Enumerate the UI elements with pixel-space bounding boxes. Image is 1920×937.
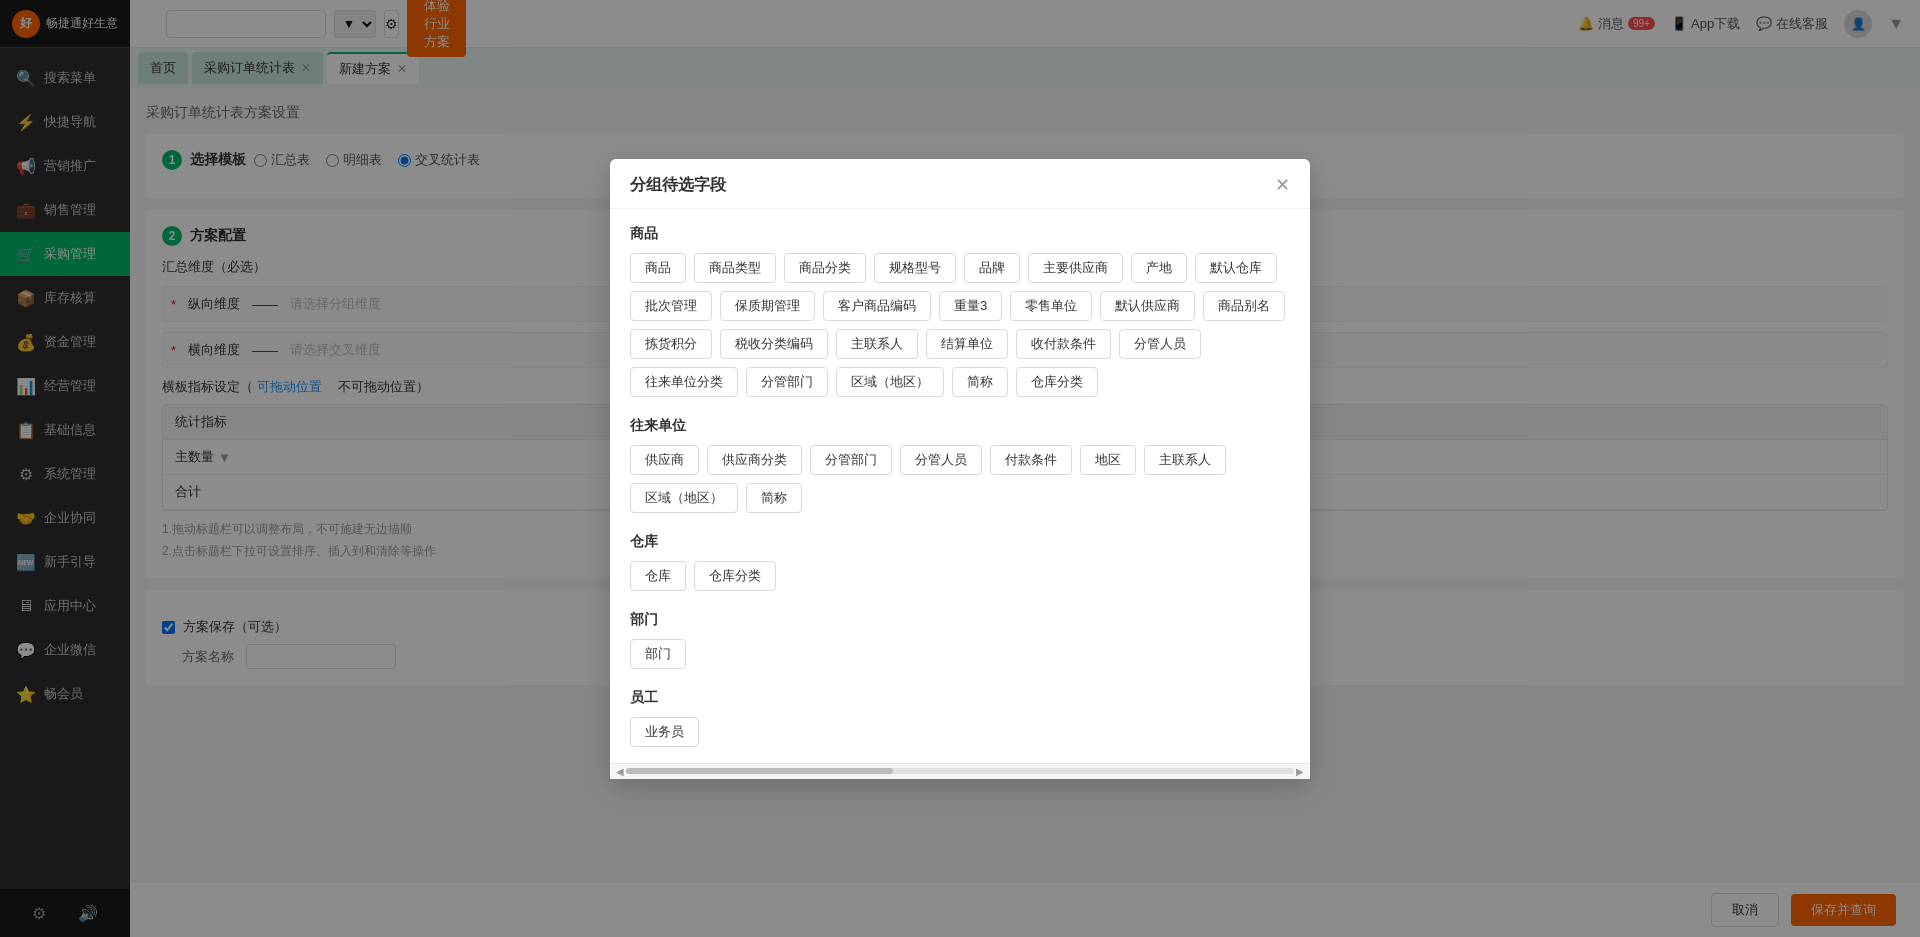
field-group-title: 部门 <box>630 611 1290 629</box>
field-tag-区域（地区）[interactable]: 区域（地区） <box>836 367 944 397</box>
field-group-title: 商品 <box>630 225 1290 243</box>
field-tag-拣货积分[interactable]: 拣货积分 <box>630 329 712 359</box>
field-tag-商品类型[interactable]: 商品类型 <box>694 253 776 283</box>
field-tags: 供应商供应商分类分管部门分管人员付款条件地区主联系人区域（地区） 简称 <box>630 445 1290 513</box>
field-group-部门: 部门部门 <box>630 611 1290 669</box>
field-tag-地区[interactable]: 地区 <box>1080 445 1136 475</box>
field-tag-仓库分类[interactable]: 仓库分类 <box>694 561 776 591</box>
field-tag-往来单位分类[interactable]: 往来单位分类 <box>630 367 738 397</box>
field-tag-供应商分类[interactable]: 供应商分类 <box>707 445 802 475</box>
field-tag-供应商[interactable]: 供应商 <box>630 445 699 475</box>
modal-bottom-scrollbar[interactable]: ◀ ▶ <box>610 763 1310 779</box>
field-tags: 仓库仓库分类 <box>630 561 1290 591</box>
scroll-left-arrow[interactable]: ◀ <box>614 766 626 777</box>
field-tag-业务员[interactable]: 业务员 <box>630 717 699 747</box>
field-tag-仓库分类[interactable]: 仓库分类 <box>1016 367 1098 397</box>
field-tag-部门[interactable]: 部门 <box>630 639 686 669</box>
field-tag-商品别名[interactable]: 商品别名 <box>1203 291 1285 321</box>
field-tag-保质期管理[interactable]: 保质期管理 <box>720 291 815 321</box>
field-tag-商品[interactable]: 商品 <box>630 253 686 283</box>
field-tag-区域（地区）[interactable]: 区域（地区） <box>630 483 738 513</box>
field-tag-仓库[interactable]: 仓库 <box>630 561 686 591</box>
field-tag-默认仓库[interactable]: 默认仓库 <box>1195 253 1277 283</box>
field-tag-规格型号[interactable]: 规格型号 <box>874 253 956 283</box>
field-tag-付款条件[interactable]: 付款条件 <box>990 445 1072 475</box>
field-tag-产地[interactable]: 产地 <box>1131 253 1187 283</box>
field-tag-批次管理[interactable]: 批次管理 <box>630 291 712 321</box>
modal-dialog: 分组待选字段 ✕ 商品商品商品类型商品分类规格型号品牌主要供应商产地默认仓库批次… <box>610 159 1310 779</box>
field-group-员工: 员工业务员 <box>630 689 1290 747</box>
scroll-right-arrow[interactable]: ▶ <box>1294 766 1306 777</box>
field-tag-品牌[interactable]: 品牌 <box>964 253 1020 283</box>
field-group-往来单位: 往来单位供应商供应商分类分管部门分管人员付款条件地区主联系人区域（地区） 简称 <box>630 417 1290 513</box>
field-group-仓库: 仓库仓库仓库分类 <box>630 533 1290 591</box>
modal-header: 分组待选字段 ✕ <box>610 159 1310 209</box>
field-group-title: 员工 <box>630 689 1290 707</box>
field-tag-简称[interactable]: 简称 <box>952 367 1008 397</box>
field-tags: 部门 <box>630 639 1290 669</box>
modal-title: 分组待选字段 <box>630 175 726 196</box>
field-tags: 商品商品类型商品分类规格型号品牌主要供应商产地默认仓库批次管理保质期管理客户商品… <box>630 253 1290 397</box>
field-tag-主要供应商[interactable]: 主要供应商 <box>1028 253 1123 283</box>
modal-body: 商品商品商品类型商品分类规格型号品牌主要供应商产地默认仓库批次管理保质期管理客户… <box>610 209 1310 763</box>
field-tag-结算单位[interactable]: 结算单位 <box>926 329 1008 359</box>
scroll-thumb[interactable] <box>626 768 893 774</box>
field-tag-分管人员[interactable]: 分管人员 <box>900 445 982 475</box>
field-tag-主联系人[interactable]: 主联系人 <box>1144 445 1226 475</box>
field-group-title: 仓库 <box>630 533 1290 551</box>
field-tag-分管部门[interactable]: 分管部门 <box>746 367 828 397</box>
field-tag-收付款条件[interactable]: 收付款条件 <box>1016 329 1111 359</box>
field-tag-零售单位[interactable]: 零售单位 <box>1010 291 1092 321</box>
field-tag-分管部门[interactable]: 分管部门 <box>810 445 892 475</box>
field-tag-商品分类[interactable]: 商品分类 <box>784 253 866 283</box>
modal-close-button[interactable]: ✕ <box>1275 176 1290 194</box>
field-tag-默认供应商[interactable]: 默认供应商 <box>1100 291 1195 321</box>
scroll-track[interactable] <box>626 768 1294 774</box>
field-group-title: 往来单位 <box>630 417 1290 435</box>
field-tags: 业务员 <box>630 717 1290 747</box>
field-tag-主联系人[interactable]: 主联系人 <box>836 329 918 359</box>
field-tag-简称[interactable]: 简称 <box>746 483 802 513</box>
field-tag-分管人员[interactable]: 分管人员 <box>1119 329 1201 359</box>
field-tag-税收分类编码[interactable]: 税收分类编码 <box>720 329 828 359</box>
field-group-商品: 商品商品商品类型商品分类规格型号品牌主要供应商产地默认仓库批次管理保质期管理客户… <box>630 225 1290 397</box>
field-tag-客户商品编码[interactable]: 客户商品编码 <box>823 291 931 321</box>
field-tag-重量3[interactable]: 重量3 <box>939 291 1002 321</box>
modal-overlay[interactable]: 分组待选字段 ✕ 商品商品商品类型商品分类规格型号品牌主要供应商产地默认仓库批次… <box>0 0 1920 937</box>
